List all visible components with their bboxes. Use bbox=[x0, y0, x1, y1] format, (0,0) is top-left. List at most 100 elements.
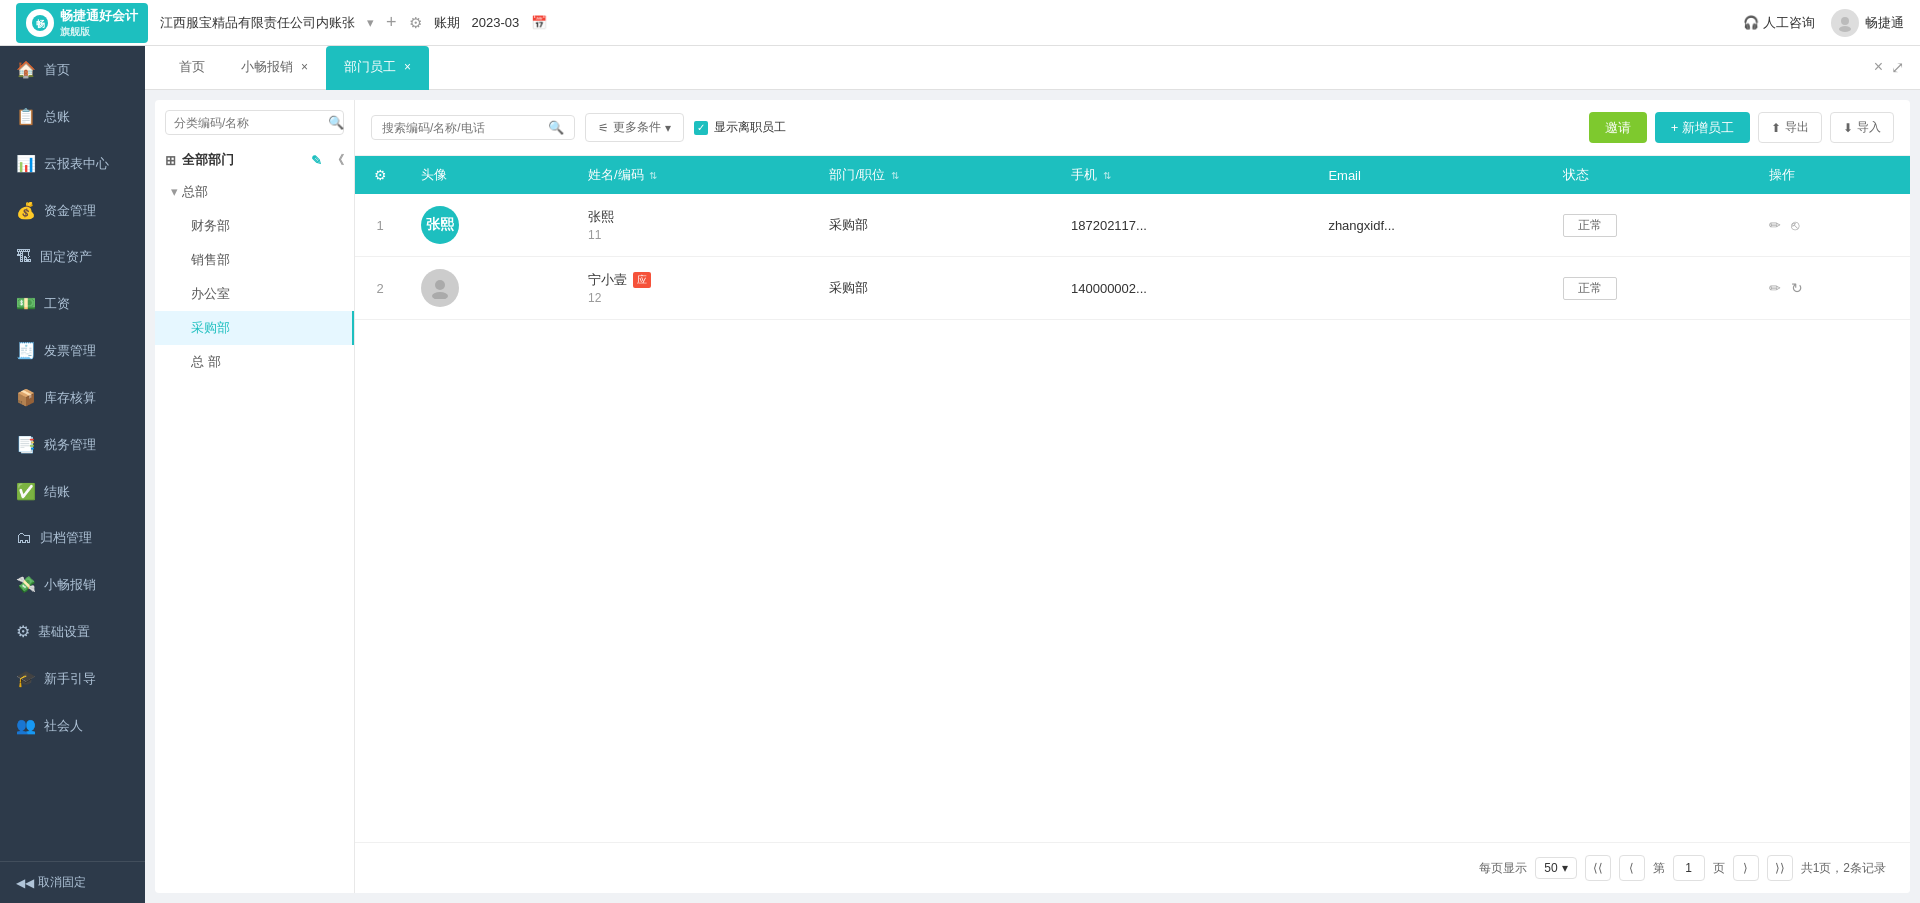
per-page-value: 50 bbox=[1544, 861, 1557, 875]
tab-home[interactable]: 首页 bbox=[161, 46, 223, 90]
avatar-2 bbox=[421, 269, 459, 307]
settle-icon: ✅ bbox=[16, 482, 36, 501]
sidebar-label-inventory: 库存核算 bbox=[44, 389, 96, 407]
ledger-icon: 📋 bbox=[16, 107, 36, 126]
row-num-2: 2 bbox=[355, 257, 405, 320]
sidebar-item-tax[interactable]: 📑 税务管理 bbox=[0, 421, 145, 468]
edit-icon-1[interactable]: ✏ bbox=[1769, 217, 1781, 233]
col-dept[interactable]: 部门/职位 ⇅ bbox=[813, 156, 1055, 194]
sidebar-item-report[interactable]: 📊 云报表中心 bbox=[0, 140, 145, 187]
table-settings-col[interactable]: ⚙ bbox=[355, 156, 405, 194]
col-phone[interactable]: 手机 ⇅ bbox=[1055, 156, 1312, 194]
all-dept-header[interactable]: ⊞ 全部部门 ✎ 《 bbox=[155, 145, 354, 175]
assets-icon: 🏗 bbox=[16, 248, 32, 266]
service-button[interactable]: 🎧 人工咨询 bbox=[1743, 14, 1815, 32]
settings-icon[interactable]: ⚙ bbox=[409, 14, 422, 32]
dept-search-input[interactable] bbox=[174, 116, 324, 130]
import-button[interactable]: ⬇ 导入 bbox=[1830, 112, 1894, 143]
dept-item-headquarters[interactable]: ▾总部 bbox=[155, 175, 354, 209]
svg-point-4 bbox=[435, 280, 445, 290]
report-icon: 📊 bbox=[16, 154, 36, 173]
sidebar-item-archive[interactable]: 🗂 归档管理 bbox=[0, 515, 145, 561]
sidebar-item-settle[interactable]: ✅ 结账 bbox=[0, 468, 145, 515]
next-page-button[interactable]: ⟩ bbox=[1733, 855, 1759, 881]
sidebar-item-fund[interactable]: 💰 资金管理 bbox=[0, 187, 145, 234]
emp-code-1: 11 bbox=[588, 228, 798, 242]
dept-item-hq2[interactable]: 总 部 bbox=[155, 345, 354, 379]
tax-icon: 📑 bbox=[16, 435, 36, 454]
svg-point-2 bbox=[1841, 17, 1849, 25]
user-menu[interactable]: 畅捷通 bbox=[1831, 9, 1904, 37]
sidebar-item-social[interactable]: 👥 社会人 bbox=[0, 702, 145, 749]
dept-item-sales[interactable]: 销售部 bbox=[155, 243, 354, 277]
invoice-icon: 🧾 bbox=[16, 341, 36, 360]
add-employee-button[interactable]: + 新增员工 bbox=[1655, 112, 1750, 143]
logo-icon: 畅 bbox=[26, 9, 54, 37]
status-badge-2: 正常 bbox=[1563, 277, 1617, 300]
dept-grid-icon: ⊞ bbox=[165, 153, 176, 168]
sidebar-item-salary[interactable]: 💵 工资 bbox=[0, 280, 145, 327]
avatar-cell-2 bbox=[405, 257, 572, 320]
employee-table: ⚙ 头像 姓名/编码 ⇅ 部门/职位 ⇅ 手机 ⇅ Email 状态 操作 bbox=[355, 156, 1910, 320]
calendar-icon[interactable]: 📅 bbox=[531, 15, 547, 30]
company-dropdown-icon[interactable]: ▾ bbox=[367, 15, 374, 30]
edit-icon-2[interactable]: ✏ bbox=[1769, 280, 1781, 296]
first-page-button[interactable]: ⟨⟨ bbox=[1585, 855, 1611, 881]
sidebar-label-report: 云报表中心 bbox=[44, 155, 109, 173]
topbar: 畅 畅捷通好会计 旗舰版 江西服宝精品有限责任公司内账张 ▾ + ⚙ 账期 20… bbox=[0, 0, 1920, 46]
sidebar-item-expense[interactable]: 💸 小畅报销 bbox=[0, 561, 145, 608]
sidebar-item-home[interactable]: 🏠 首页 bbox=[0, 46, 145, 93]
tab-expense-close[interactable]: × bbox=[301, 60, 308, 74]
filter-icon: ⚟ bbox=[598, 121, 609, 135]
invite-button[interactable]: 邀请 bbox=[1589, 112, 1647, 143]
table-row: 1 张熙 张熙 11 采购部 bbox=[355, 194, 1910, 257]
expand-window-icon[interactable]: ⤢ bbox=[1891, 58, 1904, 77]
archive-icon: 🗂 bbox=[16, 529, 32, 547]
sidebar-label-guide: 新手引导 bbox=[44, 670, 96, 688]
employee-search-input[interactable] bbox=[382, 121, 542, 135]
more-filters-button[interactable]: ⚟ 更多条件 ▾ bbox=[585, 113, 684, 142]
per-page-select[interactable]: 50 ▾ bbox=[1535, 857, 1576, 879]
last-page-button[interactable]: ⟩⟩ bbox=[1767, 855, 1793, 881]
col-avatar: 头像 bbox=[405, 156, 572, 194]
employee-search-box[interactable]: 🔍 bbox=[371, 115, 575, 140]
dept-item-office[interactable]: 办公室 bbox=[155, 277, 354, 311]
email-cell-2 bbox=[1312, 257, 1547, 320]
close-window-icon[interactable]: × bbox=[1874, 58, 1883, 77]
export-button[interactable]: ⬆ 导出 bbox=[1758, 112, 1822, 143]
tab-expense[interactable]: 小畅报销 × bbox=[223, 46, 326, 90]
dept-collapse-btn[interactable]: 《 bbox=[332, 152, 344, 169]
table-settings-icon[interactable]: ⚙ bbox=[374, 167, 387, 183]
page-input[interactable] bbox=[1673, 855, 1705, 881]
cancel-fixed-button[interactable]: ◀◀ 取消固定 bbox=[0, 861, 145, 903]
sidebar-label-salary: 工资 bbox=[44, 295, 70, 313]
prev-page-button[interactable]: ⟨ bbox=[1619, 855, 1645, 881]
app-subtitle: 旗舰版 bbox=[60, 25, 138, 39]
per-page-label: 每页显示 bbox=[1479, 860, 1527, 877]
sidebar-item-inventory[interactable]: 📦 库存核算 bbox=[0, 374, 145, 421]
status-cell-2: 正常 bbox=[1547, 257, 1752, 320]
dept-search-box[interactable]: 🔍 bbox=[165, 110, 344, 135]
sidebar-item-invoice[interactable]: 🧾 发票管理 bbox=[0, 327, 145, 374]
refresh-icon-2[interactable]: ↻ bbox=[1791, 280, 1803, 296]
pagination: 每页显示 50 ▾ ⟨⟨ ⟨ 第 页 ⟩ ⟩⟩ 共1页，2条记录 bbox=[355, 842, 1910, 893]
all-dept-label: 全部部门 bbox=[182, 151, 234, 169]
social-icon: 👥 bbox=[16, 716, 36, 735]
sidebar-item-ledger[interactable]: 📋 总账 bbox=[0, 93, 145, 140]
resigned-checkbox[interactable]: ✓ bbox=[694, 121, 708, 135]
add-tab-icon[interactable]: + bbox=[386, 12, 397, 33]
col-name[interactable]: 姓名/编码 ⇅ bbox=[572, 156, 814, 194]
unpin-icon: ◀◀ bbox=[16, 876, 34, 890]
show-resigned-toggle[interactable]: ✓ 显示离职员工 bbox=[694, 119, 786, 136]
tab-employee-close[interactable]: × bbox=[404, 60, 411, 74]
dept-item-finance[interactable]: 财务部 bbox=[155, 209, 354, 243]
sidebar-item-assets[interactable]: 🏗 固定资产 bbox=[0, 234, 145, 280]
tab-employee[interactable]: 部门员工 × bbox=[326, 46, 429, 90]
total-records: 共1页，2条记录 bbox=[1801, 860, 1886, 877]
sidebar-item-guide[interactable]: 🎓 新手引导 bbox=[0, 655, 145, 702]
employee-panel: 🔍 ⚟ 更多条件 ▾ ✓ 显示离职员工 邀请 + 新增员工 bbox=[355, 100, 1910, 893]
dept-edit-icon[interactable]: ✎ bbox=[311, 153, 322, 168]
sidebar-item-settings[interactable]: ⚙ 基础设置 bbox=[0, 608, 145, 655]
logout-icon-1[interactable]: ⎋ bbox=[1791, 217, 1799, 233]
dept-item-purchasing[interactable]: 采购部 bbox=[155, 311, 354, 345]
